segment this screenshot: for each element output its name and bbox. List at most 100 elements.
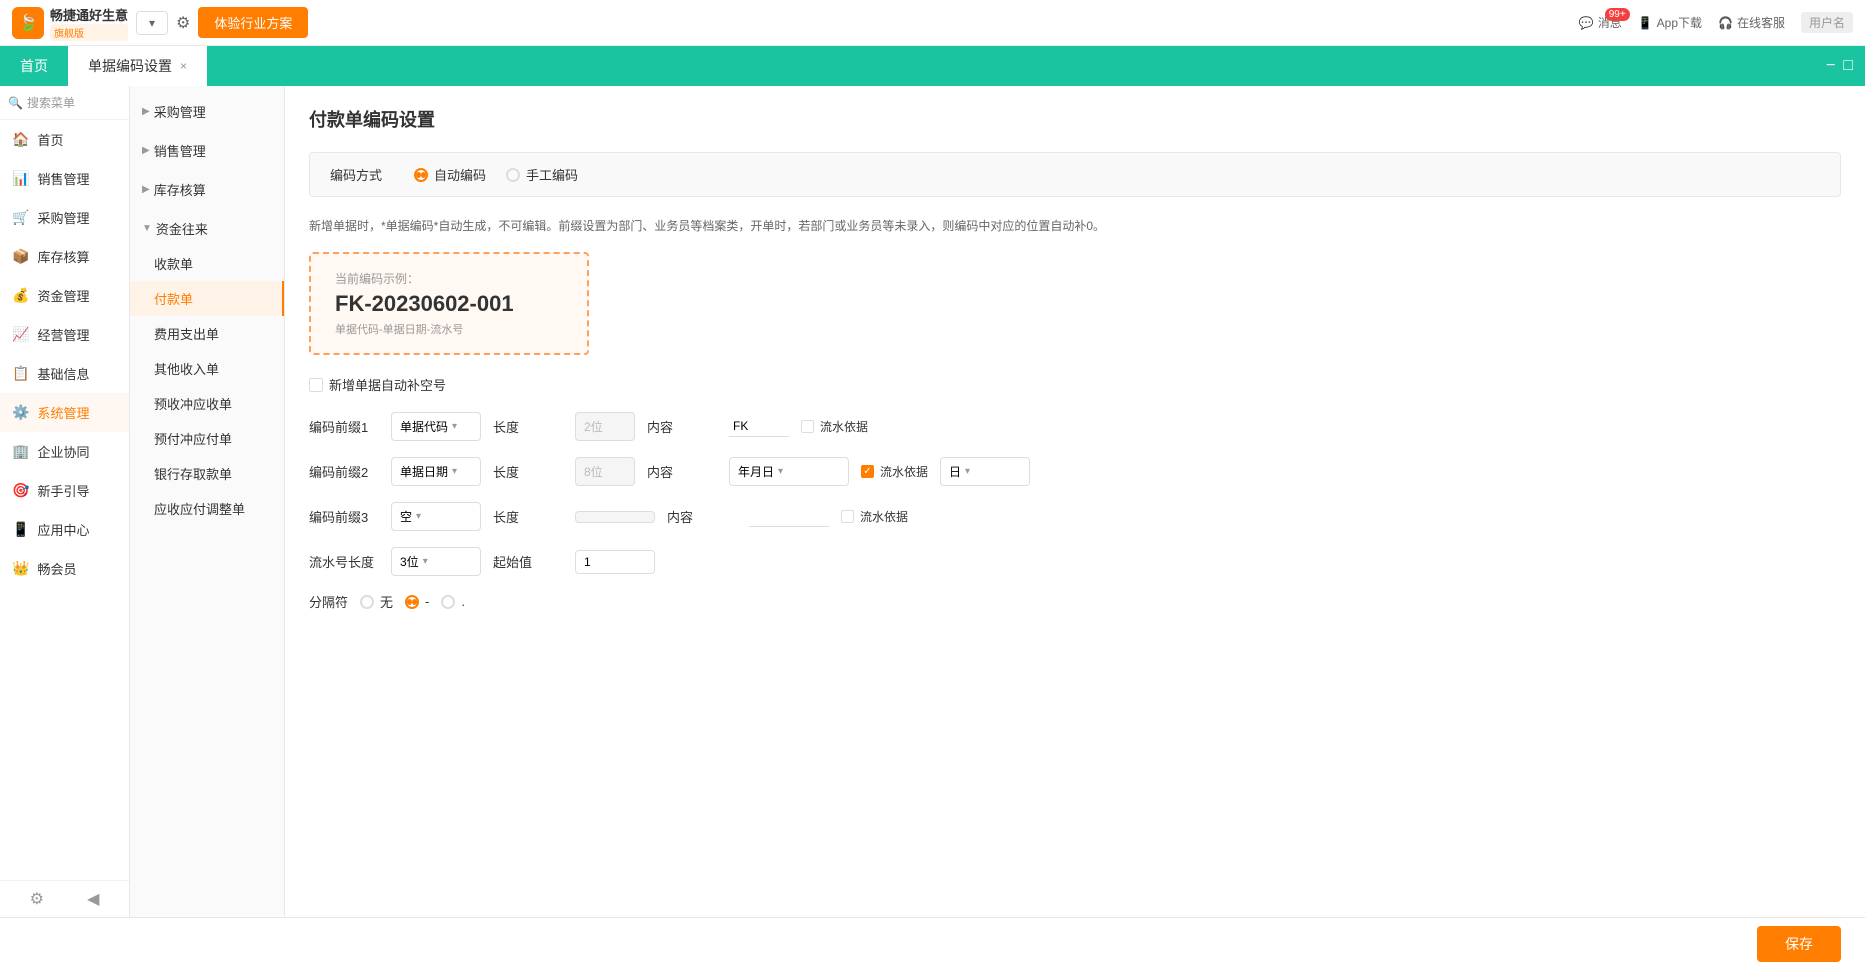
topbar-left: 🍃 畅捷通好生意 旗舰版 ▾ ⚙ 体验行业方案 — [12, 5, 308, 41]
content2-label: 内容 — [647, 462, 717, 481]
page-title: 付款单编码设置 — [309, 106, 1841, 132]
content3-input[interactable] — [749, 506, 829, 527]
sub-group-capital-title[interactable]: ▼ 资金往来 — [130, 211, 284, 246]
prefix3-select[interactable]: 空 ▾ — [391, 502, 481, 531]
online-service-button[interactable]: 🎧 在线客服 — [1718, 14, 1785, 31]
sep-dot-label: . — [461, 594, 465, 609]
sub-item-pre-payment[interactable]: 预付冲应付单 — [130, 421, 284, 456]
waterfall2-label: 流水依据 — [880, 463, 928, 480]
dropdown-button[interactable]: ▾ — [136, 11, 168, 35]
enterprise-icon: 🏢 — [12, 443, 29, 460]
sub-group-purchase-title[interactable]: ▶ 采购管理 — [130, 94, 284, 129]
message-badge: 99+ — [1605, 8, 1630, 21]
content3-label: 内容 — [667, 507, 737, 526]
tab-encoding-settings[interactable]: 单据编码设置 × — [68, 46, 207, 86]
sub-arrow-icon: ▶ — [142, 106, 150, 117]
gear-button[interactable]: ⚙ — [176, 13, 190, 33]
sub-group-sales-title[interactable]: ▶ 销售管理 — [130, 133, 284, 168]
prefix1-arrow-icon: ▾ — [452, 421, 457, 432]
sep-none-radio[interactable]: 无 — [360, 592, 393, 611]
waterfall-period-arrow-icon: ▾ — [965, 466, 970, 477]
sub-sales-label: 销售管理 — [154, 141, 206, 160]
minimize-button[interactable]: − — [1826, 57, 1835, 75]
appcenter-icon: 📱 — [12, 521, 29, 538]
preview-desc: 单据代码-单据日期-流水号 — [335, 321, 563, 337]
waterfall1-checkbox[interactable]: 流水依据 — [801, 418, 868, 435]
sidebar-item-guide[interactable]: 🎯 新手引导 — [0, 471, 129, 510]
app-icon: 📱 — [1638, 16, 1653, 30]
sep-dash-circle — [405, 595, 419, 609]
sep-dash-radio[interactable]: - — [405, 594, 429, 609]
auto-fill-row[interactable]: 新增单据自动补空号 — [309, 375, 1841, 394]
operations-icon: 📈 — [12, 326, 29, 343]
sidebar-item-operations[interactable]: 📈 经营管理 — [0, 315, 129, 354]
sub-item-adjustment[interactable]: 应收应付调整单 — [130, 491, 284, 526]
sub-item-other-income[interactable]: 其他收入单 — [130, 351, 284, 386]
preview-box: 当前编码示例： FK-20230602-001 单据代码-单据日期-流水号 — [309, 252, 589, 355]
serial-length-row: 流水号长度 3位 ▾ 起始值 1 — [309, 547, 1841, 576]
sub-item-expense[interactable]: 费用支出单 — [130, 316, 284, 351]
length2-label: 长度 — [493, 462, 563, 481]
sub-item-bank[interactable]: 银行存取款单 — [130, 456, 284, 491]
sub-arrow-icon4: ▼ — [142, 223, 152, 234]
content2-select[interactable]: 年月日 ▾ — [729, 457, 849, 486]
search-menu[interactable]: 🔍 搜索菜单 — [0, 86, 129, 120]
sub-group-stock-title[interactable]: ▶ 库存核算 — [130, 172, 284, 207]
settings-bottom-button[interactable]: ⚙ — [30, 889, 44, 909]
sidebar-home-label: 首页 — [37, 130, 63, 149]
sidebar-basics-label: 基础信息 — [37, 364, 89, 383]
prefix3-row: 编码前缀3 空 ▾ 长度 内容 流水依据 — [309, 502, 1841, 531]
sidebar-item-finance[interactable]: 💰 资金管理 — [0, 276, 129, 315]
sidebar-item-basics[interactable]: 📋 基础信息 — [0, 354, 129, 393]
prefix3-label: 编码前缀3 — [309, 507, 379, 526]
tab-close-icon[interactable]: × — [180, 59, 187, 73]
sidebar-item-system[interactable]: ⚙️ 系统管理 — [0, 393, 129, 432]
sidebar-item-home[interactable]: 🏠 首页 — [0, 120, 129, 159]
user-area[interactable]: 用户名 — [1801, 12, 1853, 33]
maximize-button[interactable]: □ — [1843, 57, 1853, 75]
sub-item-payment[interactable]: 付款单 — [130, 281, 284, 316]
radio-group: 编码方式 自动编码 手工编码 — [330, 165, 1820, 184]
sub-item-pre-receipt[interactable]: 预收冲应收单 — [130, 386, 284, 421]
sidebar-bottom: ⚙ ◀ — [0, 880, 129, 917]
sidebar-item-enterprise[interactable]: 🏢 企业协同 — [0, 432, 129, 471]
service-icon: 🎧 — [1718, 16, 1733, 30]
sidebar-item-purchase[interactable]: 🛒 采购管理 — [0, 198, 129, 237]
sub-item-receipt[interactable]: 收款单 — [130, 246, 284, 281]
logo-icon: 🍃 — [12, 7, 44, 39]
encoding-method-section: 编码方式 自动编码 手工编码 — [309, 152, 1841, 197]
sep-dot-radio[interactable]: . — [441, 594, 465, 609]
length3-label: 长度 — [493, 507, 563, 526]
waterfall3-checkbox[interactable]: 流水依据 — [841, 508, 908, 525]
message-button[interactable]: 💬 消息 99+ — [1579, 14, 1622, 31]
waterfall-period-select[interactable]: 日 ▾ — [940, 457, 1030, 486]
prefix2-row: 编码前缀2 单据日期 ▾ 长度 8位 内容 年月日 ▾ ✓ 流水依据 日 ▾ — [309, 457, 1841, 486]
app-download-button[interactable]: 📱 App下载 — [1638, 14, 1702, 31]
start-value-input[interactable]: 1 — [575, 550, 655, 574]
waterfall1-label: 流水依据 — [820, 418, 868, 435]
preview-label: 当前编码示例： — [335, 270, 563, 287]
search-label: 搜索菜单 — [27, 94, 75, 111]
sidebar-item-appcenter[interactable]: 📱 应用中心 — [0, 510, 129, 549]
serial-length-select[interactable]: 3位 ▾ — [391, 547, 481, 576]
logo-area: 🍃 畅捷通好生意 旗舰版 — [12, 5, 128, 41]
tab-home[interactable]: 首页 — [0, 46, 68, 86]
prefix1-select[interactable]: 单据代码 ▾ — [391, 412, 481, 441]
content1-input[interactable] — [729, 416, 789, 437]
collapse-button[interactable]: ◀ — [87, 889, 99, 909]
sidebar-item-member[interactable]: 👑 畅会员 — [0, 549, 129, 588]
home-icon: 🏠 — [12, 131, 29, 148]
bottom-bar: 保存 — [0, 917, 1865, 969]
prefix2-select[interactable]: 单据日期 ▾ — [391, 457, 481, 486]
auto-fill-checkbox[interactable] — [309, 378, 323, 392]
manual-code-radio[interactable]: 手工编码 — [506, 165, 578, 184]
manual-code-label: 手工编码 — [526, 165, 578, 184]
guide-icon: 🎯 — [12, 482, 29, 499]
auto-code-radio[interactable]: 自动编码 — [414, 165, 486, 184]
prefix1-label: 编码前缀1 — [309, 417, 379, 436]
sidebar-item-stock[interactable]: 📦 库存核算 — [0, 237, 129, 276]
sidebar-item-sales[interactable]: 📊 销售管理 — [0, 159, 129, 198]
save-button[interactable]: 保存 — [1757, 926, 1841, 962]
trial-button[interactable]: 体验行业方案 — [198, 7, 308, 38]
waterfall2-checkbox[interactable]: ✓ 流水依据 — [861, 463, 928, 480]
